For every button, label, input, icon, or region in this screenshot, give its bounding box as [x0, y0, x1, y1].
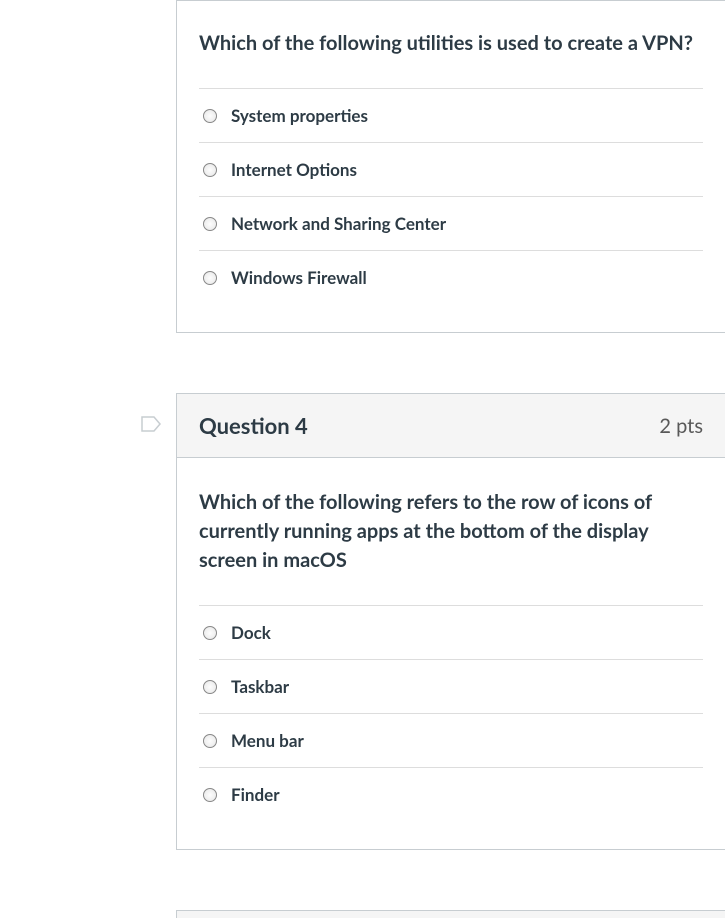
option-label: System properties [231, 105, 368, 126]
radio-icon[interactable] [203, 271, 217, 285]
tag-icon [141, 416, 161, 432]
option-label: Taskbar [231, 676, 289, 697]
options-list: Dock Taskbar Menu bar Finder [199, 605, 703, 821]
option-label: Windows Firewall [231, 267, 367, 288]
radio-icon[interactable] [203, 788, 217, 802]
option-row[interactable]: Dock [199, 606, 703, 660]
question-text: Which of the following refers to the row… [199, 488, 703, 575]
option-label: Dock [231, 622, 271, 643]
option-row[interactable]: Menu bar [199, 714, 703, 768]
question-body: Which of the following utilities is used… [177, 1, 725, 332]
question-card-4: Question 4 2 pts Which of the following … [176, 393, 725, 850]
option-row[interactable]: Internet Options [199, 143, 703, 197]
option-row[interactable]: Taskbar [199, 660, 703, 714]
radio-icon[interactable] [203, 217, 217, 231]
option-row[interactable]: Windows Firewall [199, 251, 703, 304]
question-body: Which of the following refers to the row… [177, 458, 725, 849]
next-card-peek [176, 910, 725, 918]
option-label: Internet Options [231, 159, 357, 180]
radio-icon[interactable] [203, 680, 217, 694]
question-text: Which of the following utilities is used… [199, 1, 703, 58]
option-label: Menu bar [231, 730, 304, 751]
option-row[interactable]: System properties [199, 89, 703, 143]
option-label: Network and Sharing Center [231, 213, 446, 234]
options-list: System properties Internet Options Netwo… [199, 88, 703, 304]
radio-icon[interactable] [203, 109, 217, 123]
option-row[interactable]: Finder [199, 768, 703, 821]
question-title: Question 4 [199, 412, 308, 439]
radio-icon[interactable] [203, 734, 217, 748]
option-row[interactable]: Network and Sharing Center [199, 197, 703, 251]
question-header: Question 4 2 pts [177, 394, 725, 458]
radio-icon[interactable] [203, 163, 217, 177]
question-card-3: Which of the following utilities is used… [176, 0, 725, 333]
option-label: Finder [231, 784, 280, 805]
radio-icon[interactable] [203, 626, 217, 640]
question-points: 2 pts [659, 414, 703, 438]
